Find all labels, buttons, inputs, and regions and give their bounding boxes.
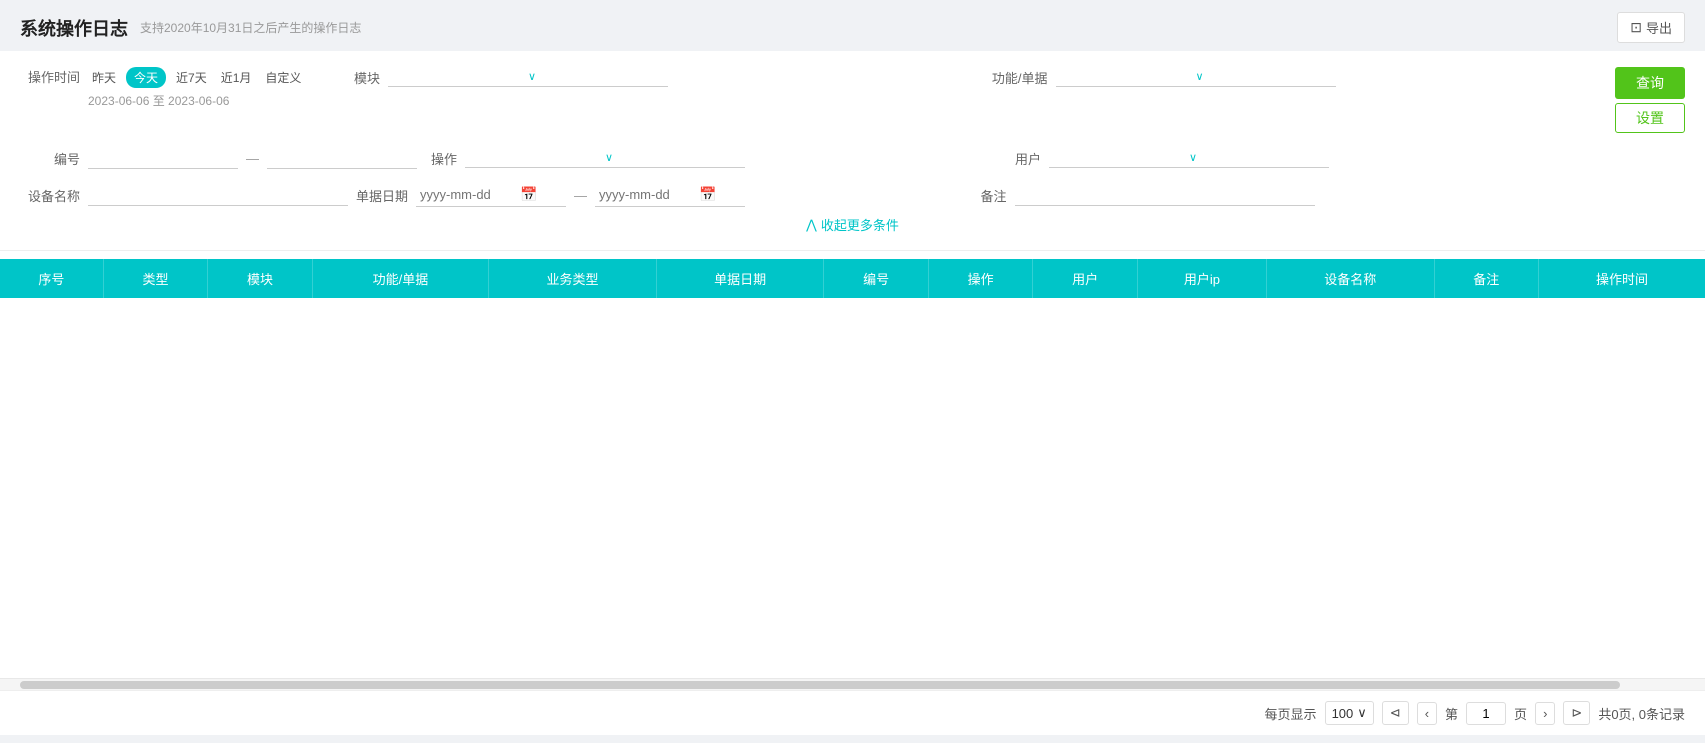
device-filter-group: 设备名称 bbox=[20, 184, 348, 206]
module-select[interactable]: ∨ bbox=[388, 67, 668, 87]
export-button[interactable]: ⊡ 导出 bbox=[1617, 12, 1685, 43]
horizontal-scrollbar[interactable] bbox=[0, 678, 1705, 690]
col-doc-date: 单据日期 bbox=[656, 259, 824, 298]
time-range-text: 2023-06-06 至 2023-06-06 bbox=[88, 92, 305, 109]
col-user: 用户 bbox=[1033, 259, 1137, 298]
doc-date-start-wrap: 📅 bbox=[416, 183, 566, 207]
doc-date-start-input[interactable] bbox=[420, 187, 520, 202]
collapse-row: ⋀ 收起更多条件 bbox=[20, 215, 1685, 234]
operation-dropdown-arrow: ∨ bbox=[605, 151, 741, 164]
module-filter-group: 模块 ∨ bbox=[340, 67, 978, 87]
filter-area: 操作时间 昨天 今天 近7天 近1月 自定义 2023-06-06 至 2023… bbox=[0, 51, 1705, 251]
code-end-input[interactable] bbox=[267, 147, 417, 169]
doc-date-end-input[interactable] bbox=[599, 187, 699, 202]
date-dash: — bbox=[574, 188, 587, 203]
code-label: 编号 bbox=[20, 149, 80, 168]
user-filter-group: 用户 ∨ bbox=[1001, 148, 1585, 168]
col-device: 设备名称 bbox=[1266, 259, 1434, 298]
user-label: 用户 bbox=[1001, 149, 1041, 168]
time-filter-group: 操作时间 昨天 今天 近7天 近1月 自定义 2023-06-06 至 2023… bbox=[20, 67, 340, 109]
last-page-button[interactable]: ⊳ bbox=[1563, 701, 1590, 725]
function-dropdown-arrow: ∨ bbox=[1196, 70, 1332, 83]
time-buttons: 昨天 今天 近7天 近1月 自定义 bbox=[88, 67, 305, 88]
empty-state bbox=[0, 298, 1705, 678]
doc-date-label: 单据日期 bbox=[348, 186, 408, 205]
col-op-time: 操作时间 bbox=[1539, 259, 1705, 298]
export-label: 导出 bbox=[1646, 18, 1672, 37]
device-label: 设备名称 bbox=[20, 186, 80, 205]
query-button[interactable]: 查询 bbox=[1615, 67, 1685, 99]
code-dash: — bbox=[246, 151, 259, 166]
page-header: 系统操作日志 支持2020年10月31日之后产生的操作日志 ⊡ 导出 bbox=[0, 0, 1705, 51]
first-page-button[interactable]: ⊲ bbox=[1382, 701, 1409, 725]
col-module: 模块 bbox=[208, 259, 312, 298]
page-input[interactable] bbox=[1466, 702, 1506, 725]
function-filter-group: 功能/单据 ∨ bbox=[978, 67, 1616, 87]
page-unit: 页 bbox=[1514, 704, 1527, 723]
remark-label: 备注 bbox=[967, 186, 1007, 205]
time-btn-today[interactable]: 今天 bbox=[126, 67, 166, 88]
remark-input[interactable] bbox=[1015, 184, 1315, 206]
pagination: 每页显示 100 ∨ ⊲ ‹ 第 页 › ⊳ 共0页, 0条记录 bbox=[0, 690, 1705, 735]
operation-filter-group: 操作 ∨ bbox=[417, 148, 1001, 168]
per-page-label: 每页显示 bbox=[1265, 704, 1317, 723]
export-icon: ⊡ bbox=[1630, 19, 1642, 36]
collapse-label: 收起更多条件 bbox=[821, 215, 899, 234]
time-btn-custom[interactable]: 自定义 bbox=[261, 68, 305, 87]
time-btn-1month[interactable]: 近1月 bbox=[217, 68, 256, 87]
action-buttons: 查询 设置 bbox=[1615, 67, 1685, 133]
doc-date-end-wrap: 📅 bbox=[595, 183, 745, 207]
col-operation: 操作 bbox=[928, 259, 1032, 298]
function-select[interactable]: ∨ bbox=[1056, 67, 1336, 87]
code-start-input[interactable] bbox=[88, 147, 238, 169]
operation-select[interactable]: ∨ bbox=[465, 148, 745, 168]
collapse-button[interactable]: ⋀ 收起更多条件 bbox=[806, 215, 899, 234]
page-label: 第 bbox=[1445, 704, 1458, 723]
calendar-end-icon[interactable]: 📅 bbox=[699, 186, 716, 203]
device-input[interactable] bbox=[88, 184, 348, 206]
page-title: 系统操作日志 bbox=[20, 15, 128, 41]
page-subtitle: 支持2020年10月31日之后产生的操作日志 bbox=[140, 19, 361, 36]
col-function: 功能/单据 bbox=[312, 259, 488, 298]
collapse-up-icon: ⋀ bbox=[806, 217, 817, 233]
col-index: 序号 bbox=[0, 259, 103, 298]
time-btn-yesterday[interactable]: 昨天 bbox=[88, 68, 120, 87]
module-label: 模块 bbox=[340, 68, 380, 87]
settings-button[interactable]: 设置 bbox=[1615, 103, 1685, 133]
col-type: 类型 bbox=[103, 259, 207, 298]
table-header: 序号 类型 模块 功能/单据 业务类型 单据日期 编号 操作 用户 用户ip 设… bbox=[0, 259, 1705, 298]
scrollbar-thumb[interactable] bbox=[20, 681, 1620, 689]
user-dropdown-arrow: ∨ bbox=[1189, 151, 1325, 164]
next-page-button[interactable]: › bbox=[1535, 702, 1555, 725]
col-biz-type: 业务类型 bbox=[489, 259, 657, 298]
user-select[interactable]: ∨ bbox=[1049, 148, 1329, 168]
per-page-arrow: ∨ bbox=[1357, 705, 1367, 721]
prev-page-button[interactable]: ‹ bbox=[1417, 702, 1437, 725]
time-btn-7days[interactable]: 近7天 bbox=[172, 68, 211, 87]
table-body bbox=[0, 298, 1705, 678]
function-label: 功能/单据 bbox=[978, 68, 1048, 87]
per-page-select[interactable]: 100 ∨ bbox=[1325, 701, 1374, 725]
doc-date-filter-group: 单据日期 📅 — 📅 bbox=[348, 183, 967, 207]
calendar-start-icon[interactable]: 📅 bbox=[520, 186, 537, 203]
table-wrap: 序号 类型 模块 功能/单据 业务类型 单据日期 编号 操作 用户 用户ip 设… bbox=[0, 259, 1705, 678]
code-filter-group: 编号 — bbox=[20, 147, 417, 169]
data-table: 序号 类型 模块 功能/单据 业务类型 单据日期 编号 操作 用户 用户ip 设… bbox=[0, 259, 1705, 678]
time-label: 操作时间 bbox=[20, 67, 80, 86]
col-user-ip: 用户ip bbox=[1137, 259, 1266, 298]
col-code: 编号 bbox=[824, 259, 928, 298]
per-page-value: 100 bbox=[1332, 706, 1354, 721]
total-label: 共0页, 0条记录 bbox=[1598, 704, 1685, 723]
col-remark: 备注 bbox=[1434, 259, 1538, 298]
module-dropdown-arrow: ∨ bbox=[528, 70, 664, 83]
remark-filter-group: 备注 bbox=[967, 184, 1586, 206]
operation-label: 操作 bbox=[417, 149, 457, 168]
